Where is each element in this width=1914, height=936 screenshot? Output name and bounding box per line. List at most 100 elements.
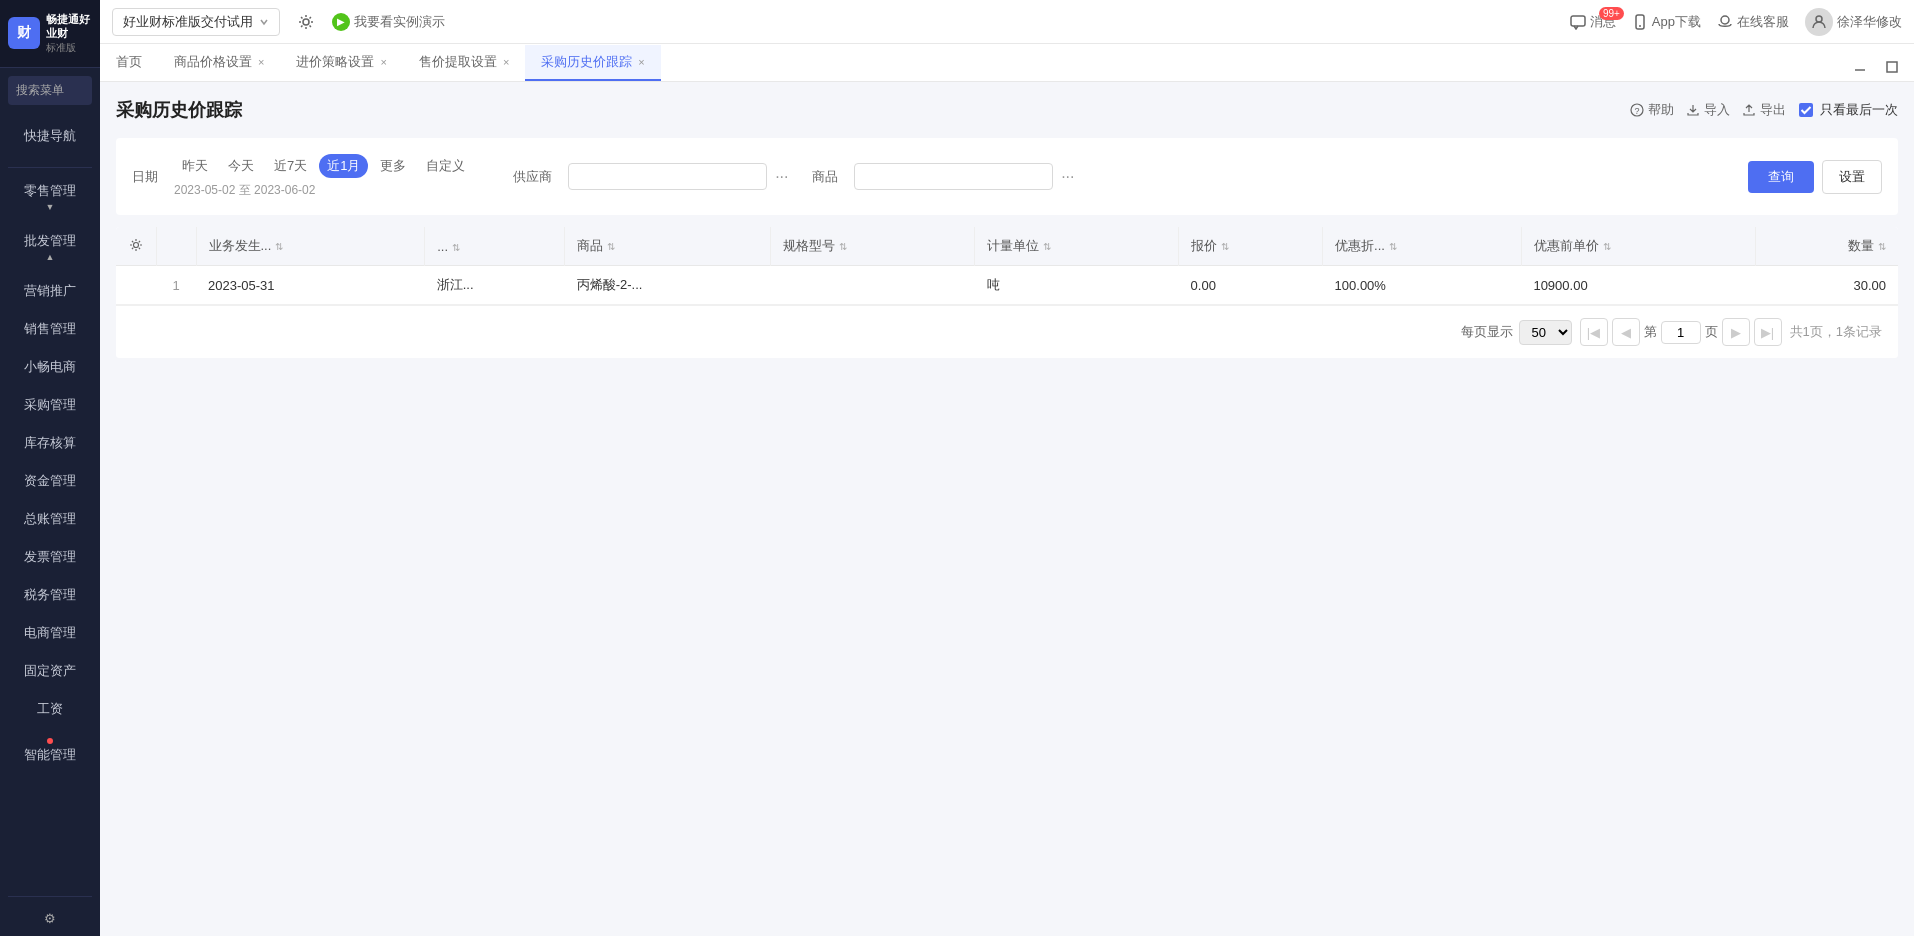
supplier-input[interactable] [568,163,767,190]
col-spec[interactable]: 规格型号 ⇅ [771,227,975,266]
page-header: 采购历史价跟踪 ? 帮助 导入 导出 [116,98,1898,122]
tab-price[interactable]: 商品价格设置 × [158,45,280,81]
goods-dots[interactable]: ··· [1061,168,1074,186]
col-unit-price-sort-icon[interactable]: ⇅ [1603,241,1611,252]
row-spec-cell [771,266,975,305]
col-unit-price[interactable]: 优惠前单价 ⇅ [1521,227,1755,266]
window-minimize-button[interactable] [1846,53,1874,81]
search-menu-button[interactable]: 搜索菜单 [8,76,92,105]
sidebar-item-inventory[interactable]: 库存核算 [0,424,100,462]
filter-card: 日期 昨天 今天 近7天 近1月 更多 自定义 2023-05-02 至 202… [116,138,1898,215]
tab-history-price[interactable]: 采购历史价跟踪 × [525,45,660,81]
date-btn-yesterday[interactable]: 昨天 [174,154,216,178]
date-btn-custom[interactable]: 自定义 [418,154,473,178]
checkbox-checked-icon [1798,102,1814,118]
table-row[interactable]: 1 2023-05-31 浙江... 丙烯酸-2-... 吨 0.00 100.… [116,266,1898,305]
user-label: 徐泽华修改 [1837,13,1902,31]
date-range-display: 2023-05-02 至 2023-06-02 [174,182,473,199]
settings-button[interactable]: 设置 [1822,160,1882,194]
page-actions: ? 帮助 导入 导出 只看最后一次 [1630,101,1898,119]
phone-icon [1632,14,1648,30]
sidebar-item-ecommerce_small[interactable]: 小畅电商 [0,348,100,386]
col-price-sort-icon[interactable]: ⇅ [1221,241,1229,252]
page-next-button[interactable]: ▶ [1722,318,1750,346]
per-page-select[interactable]: 50 [1519,320,1572,345]
date-btn-more[interactable]: 更多 [372,154,414,178]
row-settings-cell [116,266,156,305]
tab-history-price-close[interactable]: × [638,56,644,68]
col-date-sort-icon[interactable]: ⇅ [275,241,283,252]
page-size-wrap: 每页显示 50 [1461,320,1572,345]
online-service-button[interactable]: 在线客服 [1717,13,1789,31]
col-goods[interactable]: 商品 ⇅ [565,227,771,266]
sidebar-settings-button[interactable]: ⚙ [0,901,100,936]
col-extra-sort-icon[interactable]: ⇅ [452,242,460,253]
export-button[interactable]: 导出 [1742,101,1786,119]
topbar-settings-button[interactable] [292,8,320,36]
page-input[interactable] [1661,321,1701,344]
date-btn-7days[interactable]: 近7天 [266,154,315,178]
sidebar-submenu-icon-retail: ▼ [46,202,55,212]
col-date[interactable]: 业务发生... ⇅ [196,227,425,266]
sidebar-item-retail[interactable]: 零售管理▼ [0,172,100,222]
col-unit-sort-icon[interactable]: ⇅ [1043,241,1051,252]
col-spec-sort-icon[interactable]: ⇅ [839,241,847,252]
tab-strategy-close[interactable]: × [380,56,386,68]
page-last-button[interactable]: ▶| [1754,318,1782,346]
sidebar-item-purchase[interactable]: 采购管理 [0,386,100,424]
sidebar-bottom: ⚙ [0,892,100,936]
sidebar-item-fixed_assets[interactable]: 固定资产 [0,652,100,690]
sidebar-item-salary[interactable]: 工资 [0,690,100,728]
sidebar-item-general_ledger[interactable]: 总账管理 [0,500,100,538]
chevron-down-icon [259,17,269,27]
sidebar-dot-smart_mgmt [47,738,53,744]
date-btn-today[interactable]: 今天 [220,154,262,178]
col-goods-sort-icon[interactable]: ⇅ [607,241,615,252]
sidebar-item-wholesale[interactable]: 批发管理▲ [0,222,100,272]
sidebar-item-sales[interactable]: 销售管理 [0,310,100,348]
online-service-label: 在线客服 [1737,13,1789,31]
sidebar-item-tax[interactable]: 税务管理 [0,576,100,614]
row-date-cell: 2023-05-31 [196,266,425,305]
sidebar-item-smart_mgmt[interactable]: 智能管理 [0,728,100,774]
tab-home[interactable]: 首页 [100,45,158,81]
page-first-button[interactable]: |◀ [1580,318,1608,346]
page: 采购历史价跟踪 ? 帮助 导入 导出 [100,82,1914,374]
col-quantity[interactable]: 数量 ⇅ [1755,227,1898,266]
window-maximize-button[interactable] [1878,53,1906,81]
page-prev-button[interactable]: ◀ [1612,318,1640,346]
query-button[interactable]: 查询 [1748,161,1814,193]
demo-button[interactable]: ▶ 我要看实例演示 [332,13,445,31]
sidebar-item-finance[interactable]: 资金管理 [0,462,100,500]
col-discount-sort-icon[interactable]: ⇅ [1389,241,1397,252]
tab-sale-price[interactable]: 售价提取设置 × [403,45,525,81]
svg-point-4 [1721,16,1729,24]
page-title: 采购历史价跟踪 [116,98,242,122]
sidebar-item-marketing[interactable]: 营销推广 [0,272,100,310]
col-price[interactable]: 报价 ⇅ [1179,227,1323,266]
row-discount-cell: 100.00% [1323,266,1522,305]
tab-sale-price-close[interactable]: × [503,56,509,68]
sidebar-item-ecommerce[interactable]: 电商管理 [0,614,100,652]
col-settings[interactable] [116,227,156,266]
only-last-checkbox[interactable]: 只看最后一次 [1798,101,1898,119]
app-download-button[interactable]: App下载 [1632,13,1701,31]
col-quantity-sort-icon[interactable]: ⇅ [1878,241,1886,252]
goods-input[interactable] [854,163,1053,190]
sidebar-item-quick-nav[interactable]: 快捷导航 [8,117,92,155]
col-extra[interactable]: ... ⇅ [425,227,565,266]
svg-text:?: ? [1634,106,1639,116]
version-selector[interactable]: 好业财标准版交付试用 [112,8,280,36]
supplier-dots[interactable]: ··· [775,168,788,186]
help-button[interactable]: ? 帮助 [1630,101,1674,119]
messages-button[interactable]: 消息 99+ [1570,13,1616,31]
col-discount[interactable]: 优惠折... ⇅ [1323,227,1522,266]
date-btn-1month[interactable]: 近1月 [319,154,368,178]
data-table: 业务发生... ⇅ ... ⇅ 商品 ⇅ [116,227,1898,305]
col-unit[interactable]: 计量单位 ⇅ [975,227,1179,266]
tab-strategy[interactable]: 进价策略设置 × [280,45,402,81]
sidebar-item-invoice[interactable]: 发票管理 [0,538,100,576]
import-button[interactable]: 导入 [1686,101,1730,119]
user-menu-button[interactable]: 徐泽华修改 [1805,8,1902,36]
tab-price-close[interactable]: × [258,56,264,68]
